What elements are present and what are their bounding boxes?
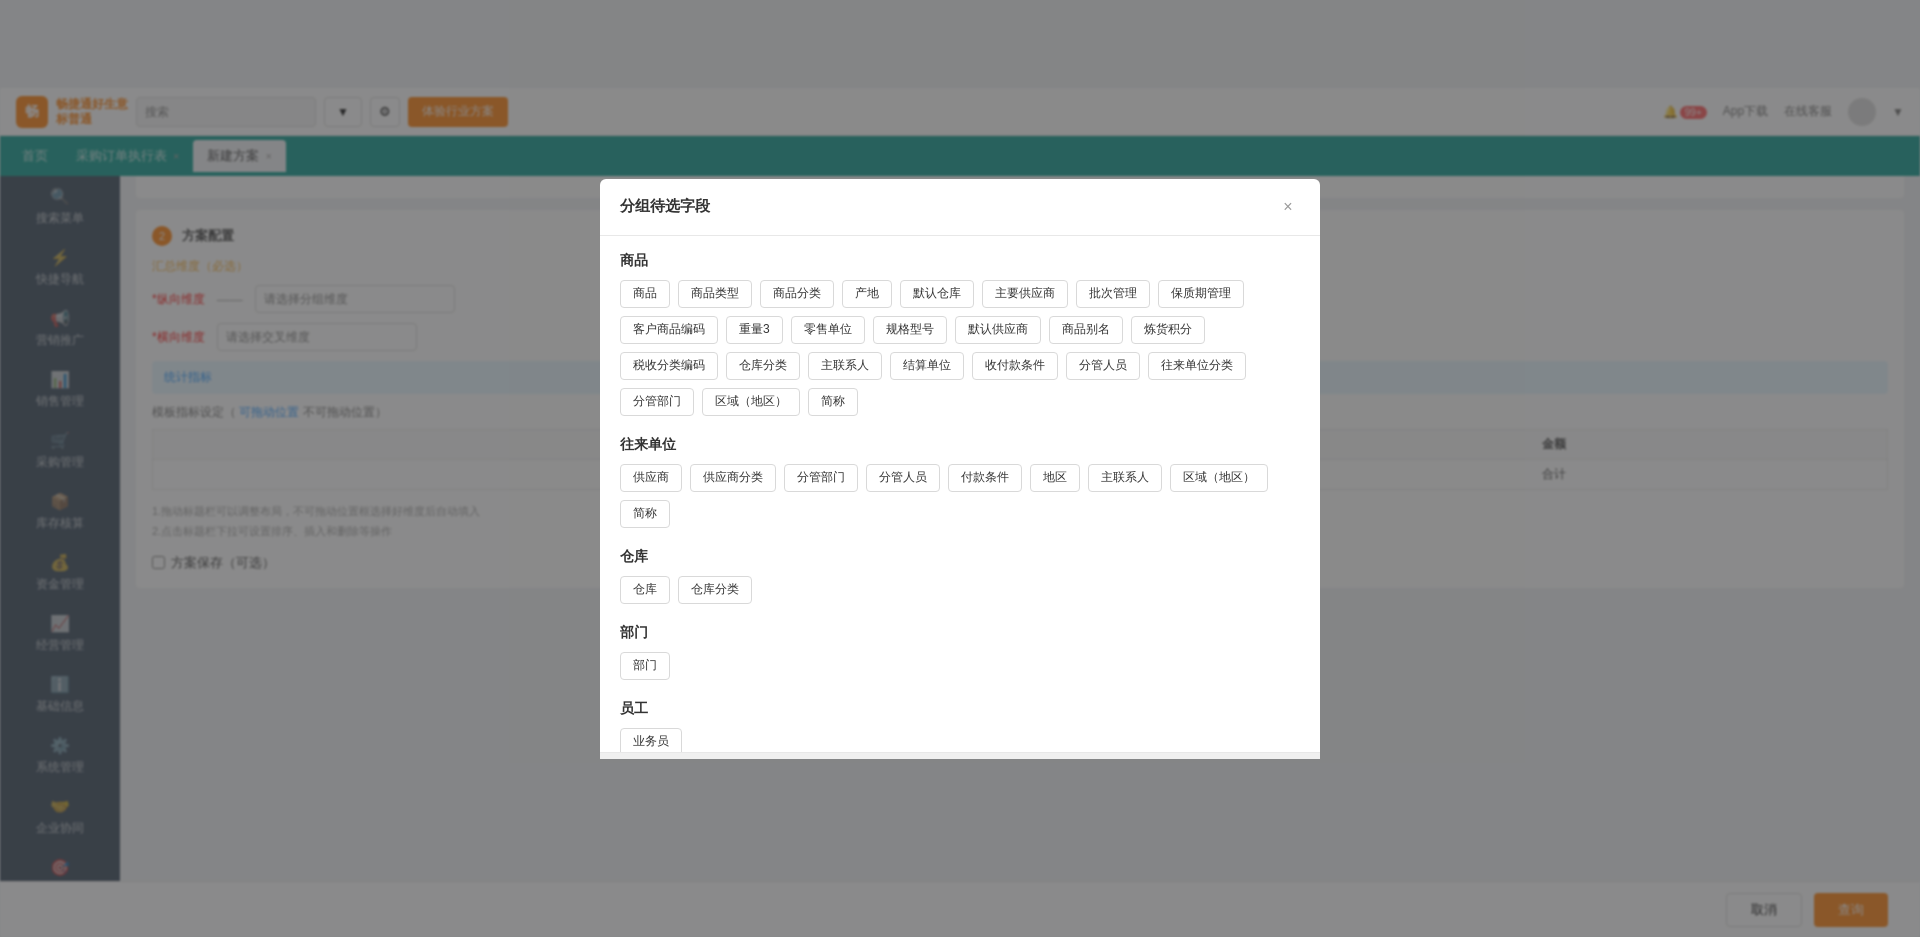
field-group-warehouse-title: 仓库 [620, 548, 1300, 566]
field-tag-product-22[interactable]: 分管部门 [620, 388, 694, 416]
field-tag-contact-0[interactable]: 供应商 [620, 464, 682, 492]
field-tags-staff: 业务员 [620, 728, 1300, 753]
field-tag-product-21[interactable]: 往来单位分类 [1148, 352, 1246, 380]
field-tag-product-17[interactable]: 主联系人 [808, 352, 882, 380]
field-group-product: 商品 商品 商品类型 商品分类 产地 默认仓库 主要供应商 批次管理 保质期管理… [620, 252, 1300, 416]
field-tag-product-6[interactable]: 批次管理 [1076, 280, 1150, 308]
field-tag-product-4[interactable]: 默认仓库 [900, 280, 974, 308]
field-tag-product-15[interactable]: 税收分类编码 [620, 352, 718, 380]
field-group-staff: 员工 业务员 [620, 700, 1300, 753]
field-group-product-title: 商品 [620, 252, 1300, 270]
field-tag-product-20[interactable]: 分管人员 [1066, 352, 1140, 380]
field-tag-contact-8[interactable]: 简称 [620, 500, 670, 528]
field-tag-product-14[interactable]: 炼货积分 [1131, 316, 1205, 344]
field-tag-product-12[interactable]: 默认供应商 [955, 316, 1041, 344]
modal-header: 分组待选字段 × [600, 179, 1320, 236]
field-tag-contact-7[interactable]: 区域（地区） [1170, 464, 1268, 492]
field-tag-contact-6[interactable]: 主联系人 [1088, 464, 1162, 492]
field-tag-product-24[interactable]: 简称 [808, 388, 858, 416]
modal-close-button[interactable]: × [1276, 195, 1300, 219]
field-tag-product-18[interactable]: 结算单位 [890, 352, 964, 380]
field-tag-contact-3[interactable]: 分管人员 [866, 464, 940, 492]
field-tags-dept: 部门 [620, 652, 1300, 680]
field-group-contact-title: 往来单位 [620, 436, 1300, 454]
field-tag-product-9[interactable]: 重量3 [726, 316, 783, 344]
field-group-contact: 往来单位 供应商 供应商分类 分管部门 分管人员 付款条件 地区 主联系人 区域… [620, 436, 1300, 528]
field-tag-staff-0[interactable]: 业务员 [620, 728, 682, 753]
field-tag-contact-2[interactable]: 分管部门 [784, 464, 858, 492]
field-tag-product-2[interactable]: 商品分类 [760, 280, 834, 308]
field-tag-product-19[interactable]: 收付款条件 [972, 352, 1058, 380]
field-tag-product-5[interactable]: 主要供应商 [982, 280, 1068, 308]
field-tag-contact-5[interactable]: 地区 [1030, 464, 1080, 492]
modal: 分组待选字段 × 商品 商品 商品类型 商品分类 产地 默认仓库 主要供应商 批… [600, 179, 1320, 759]
modal-horizontal-scrollbar[interactable] [600, 752, 1320, 758]
field-tag-product-1[interactable]: 商品类型 [678, 280, 752, 308]
field-tag-product-23[interactable]: 区域（地区） [702, 388, 800, 416]
field-tag-contact-1[interactable]: 供应商分类 [690, 464, 776, 492]
field-tag-product-8[interactable]: 客户商品编码 [620, 316, 718, 344]
field-tags-warehouse: 仓库 仓库分类 [620, 576, 1300, 604]
field-group-dept-title: 部门 [620, 624, 1300, 642]
field-tag-contact-4[interactable]: 付款条件 [948, 464, 1022, 492]
modal-overlay[interactable]: 分组待选字段 × 商品 商品 商品类型 商品分类 产地 默认仓库 主要供应商 批… [0, 0, 1920, 937]
field-group-dept: 部门 部门 [620, 624, 1300, 680]
field-tag-dept-0[interactable]: 部门 [620, 652, 670, 680]
field-tags-contact: 供应商 供应商分类 分管部门 分管人员 付款条件 地区 主联系人 区域（地区） … [620, 464, 1300, 528]
modal-body: 商品 商品 商品类型 商品分类 产地 默认仓库 主要供应商 批次管理 保质期管理… [600, 236, 1320, 753]
modal-title: 分组待选字段 [620, 197, 710, 216]
field-tag-product-11[interactable]: 规格型号 [873, 316, 947, 344]
field-group-warehouse: 仓库 仓库 仓库分类 [620, 548, 1300, 604]
field-tag-product-10[interactable]: 零售单位 [791, 316, 865, 344]
field-tag-warehouse-1[interactable]: 仓库分类 [678, 576, 752, 604]
field-tag-product-13[interactable]: 商品别名 [1049, 316, 1123, 344]
field-tags-product: 商品 商品类型 商品分类 产地 默认仓库 主要供应商 批次管理 保质期管理 客户… [620, 280, 1300, 416]
field-tag-product-0[interactable]: 商品 [620, 280, 670, 308]
field-tag-product-7[interactable]: 保质期管理 [1158, 280, 1244, 308]
field-group-staff-title: 员工 [620, 700, 1300, 718]
field-tag-product-3[interactable]: 产地 [842, 280, 892, 308]
field-tag-warehouse-0[interactable]: 仓库 [620, 576, 670, 604]
field-tag-product-16[interactable]: 仓库分类 [726, 352, 800, 380]
